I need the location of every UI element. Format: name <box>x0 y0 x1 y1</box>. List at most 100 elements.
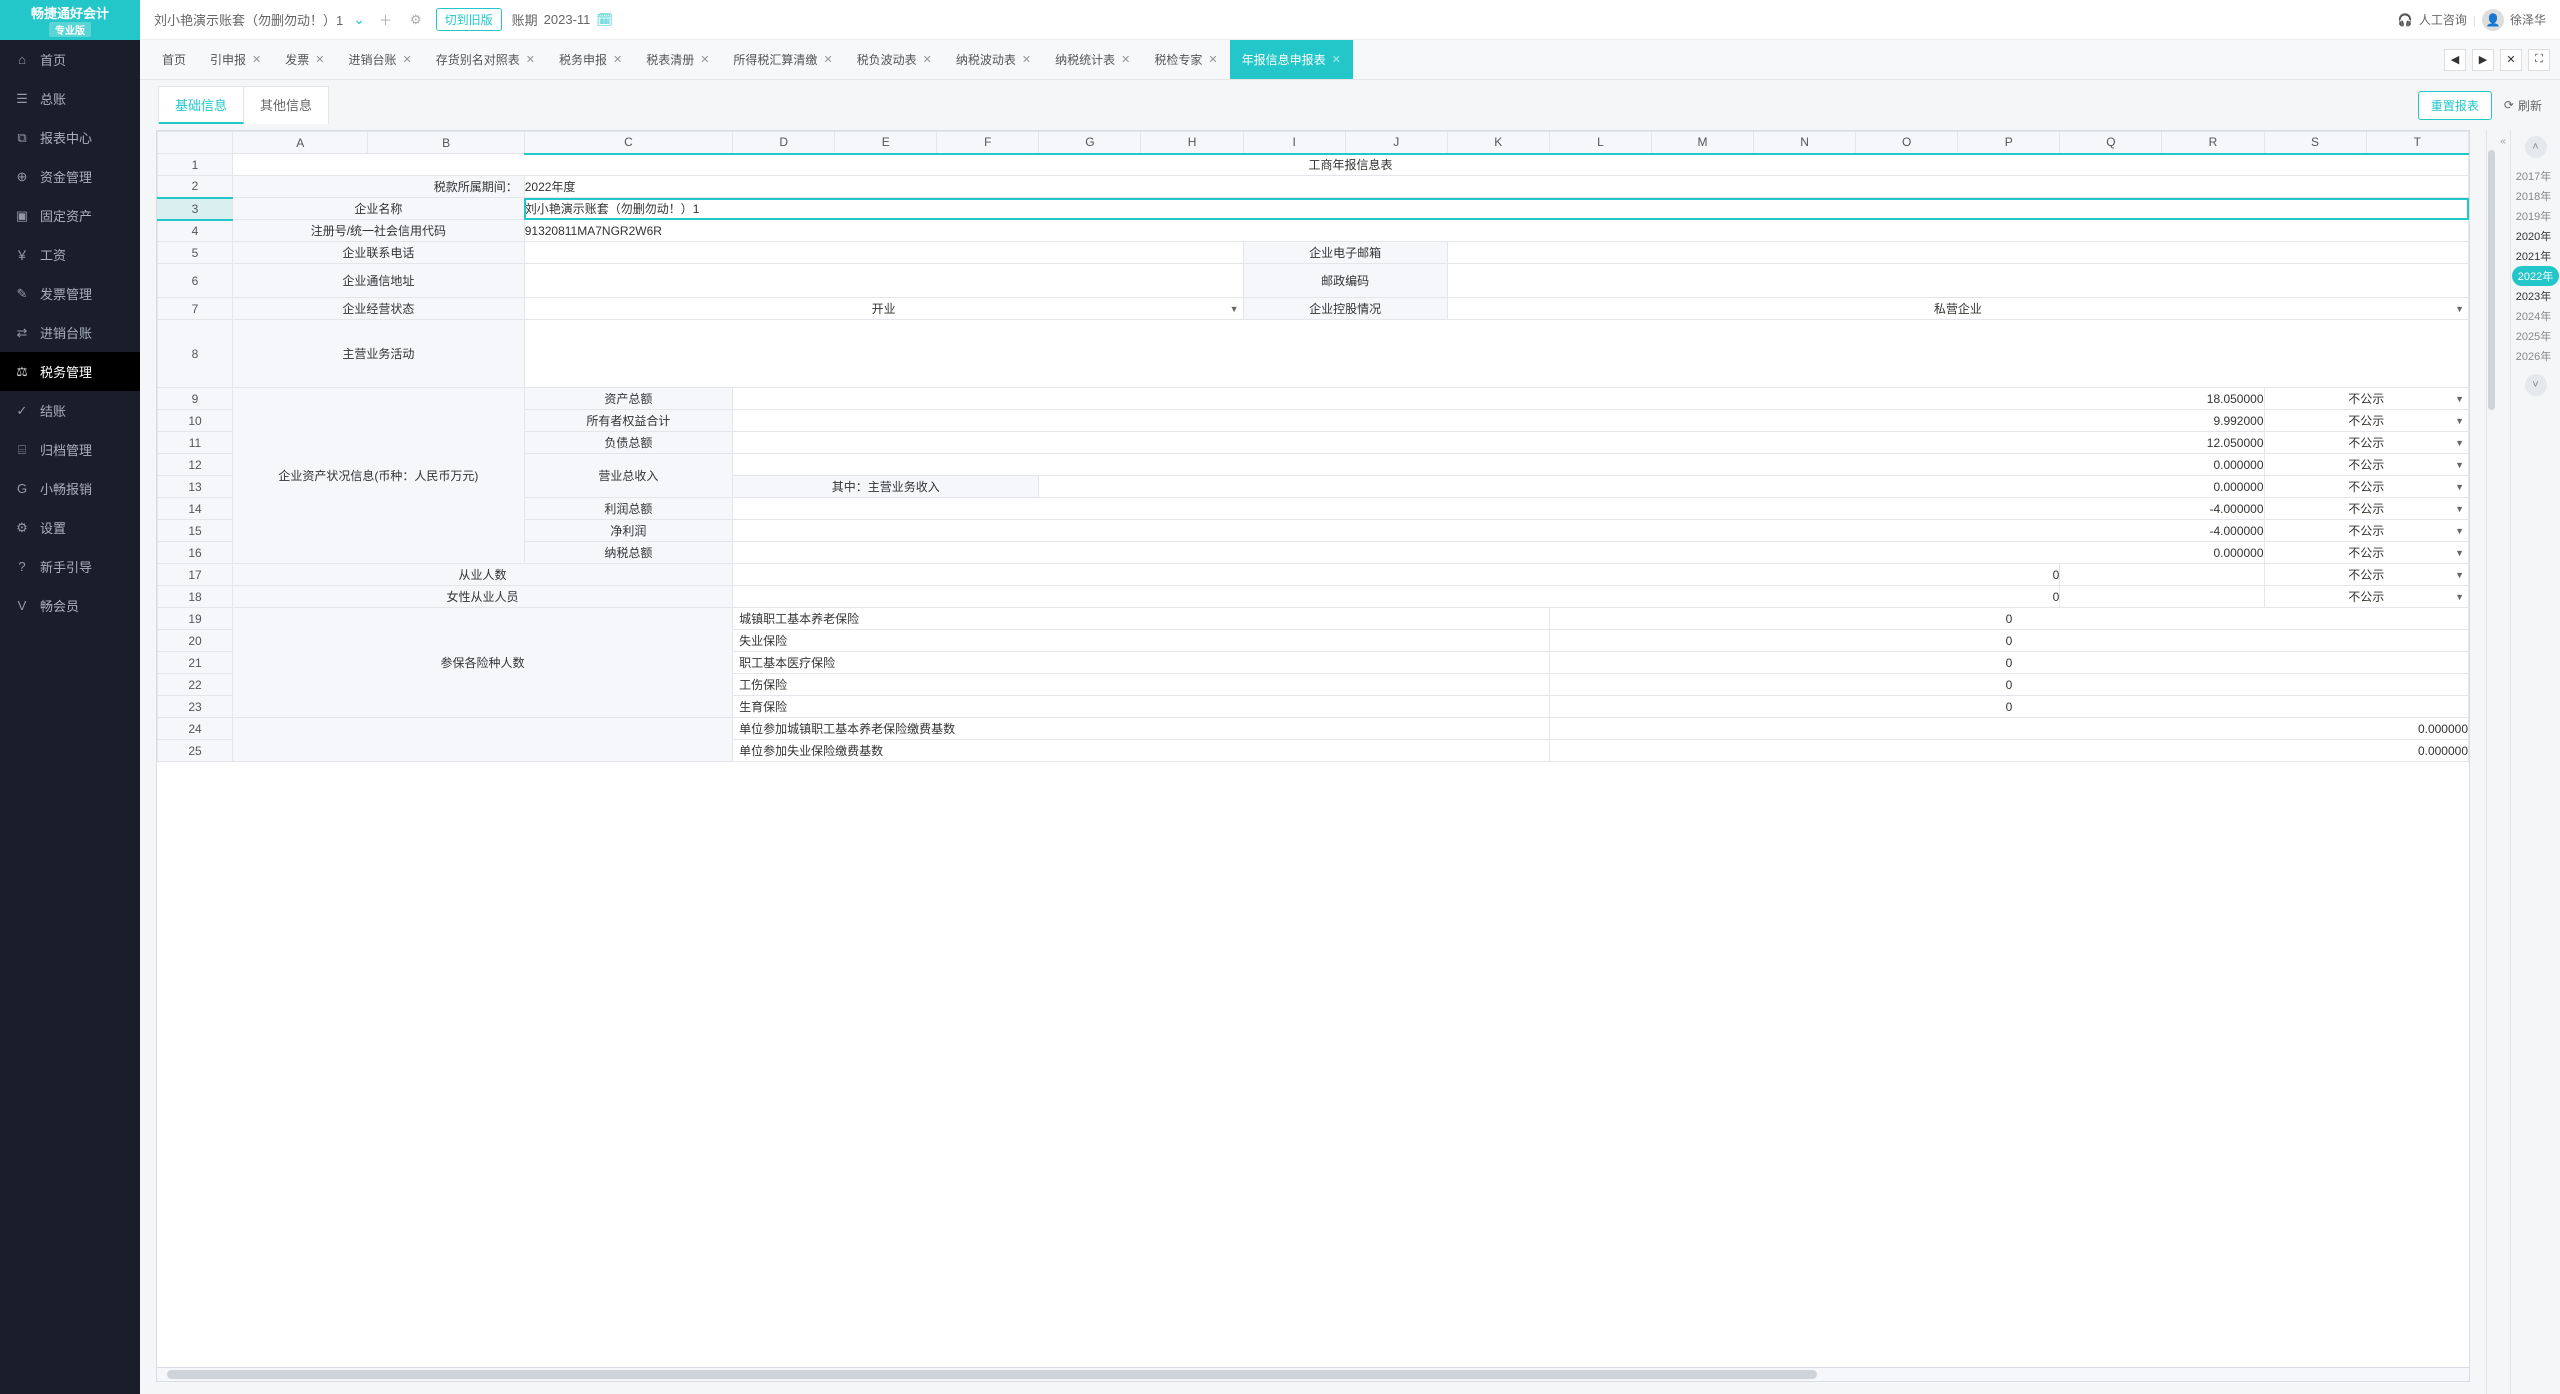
fin-disc-4[interactable]: 不公示▼ <box>2264 498 2468 520</box>
close-icon[interactable]: ✕ <box>252 53 261 66</box>
row-17[interactable]: 17 <box>158 564 233 586</box>
tab-6[interactable]: 税表清册✕ <box>634 40 721 79</box>
col-J[interactable]: J <box>1345 132 1447 154</box>
employee-disc[interactable]: 不公示▼ <box>2264 564 2468 586</box>
sidebar-item-report[interactable]: ⧉报表中心 <box>0 118 140 157</box>
spreadsheet[interactable]: ABCDEFGHIJKLMNOPQRST1工商年报信息表2税款所属期间：2022… <box>156 130 2470 1368</box>
row-25[interactable]: 25 <box>158 740 233 762</box>
row-22[interactable]: 22 <box>158 674 233 696</box>
row-10[interactable]: 10 <box>158 410 233 432</box>
insurance-value-4[interactable]: 0 <box>1549 696 2468 718</box>
period-value[interactable]: 2023-11 <box>544 12 591 27</box>
sidebar-item-invoice[interactable]: ✎发票管理 <box>0 274 140 313</box>
sidebar-item-tax[interactable]: ⚖税务管理 <box>0 352 140 391</box>
user-name[interactable]: 徐泽华 <box>2510 11 2546 28</box>
fin-value-3[interactable]: 0.000000 <box>733 454 2264 476</box>
holding-select[interactable]: 私营企业▼ <box>1447 298 2468 320</box>
phone-value[interactable] <box>524 242 1243 264</box>
tab-4[interactable]: 存货别名对照表✕ <box>424 40 547 79</box>
fin-disc-1[interactable]: 不公示▼ <box>2264 410 2468 432</box>
col-O[interactable]: O <box>1856 132 1958 154</box>
vscroll-thumb[interactable] <box>2488 150 2495 410</box>
row-6[interactable]: 6 <box>158 264 233 298</box>
col-E[interactable]: E <box>835 132 937 154</box>
row-15[interactable]: 15 <box>158 520 233 542</box>
tab-9[interactable]: 纳税波动表✕ <box>944 40 1043 79</box>
row-18[interactable]: 18 <box>158 586 233 608</box>
year-2018年[interactable]: 2018年 <box>2512 186 2559 206</box>
year-2021年[interactable]: 2021年 <box>2512 246 2559 266</box>
row-19[interactable]: 19 <box>158 608 233 630</box>
year-up-icon[interactable]: ˄ <box>2525 136 2547 158</box>
year-2019年[interactable]: 2019年 <box>2512 206 2559 226</box>
col-D[interactable]: D <box>733 132 835 154</box>
fin-sub-disc[interactable]: 不公示▼ <box>2264 476 2468 498</box>
close-icon[interactable]: ✕ <box>403 53 412 66</box>
tab-scroll-left[interactable]: ◀ <box>2444 49 2466 71</box>
tab-7[interactable]: 所得税汇算清缴✕ <box>721 40 844 79</box>
row-3[interactable]: 3 <box>158 198 233 220</box>
collapse-year-panel-icon[interactable]: « <box>2496 130 2510 1394</box>
consult-link[interactable]: 人工咨询 <box>2419 11 2467 28</box>
col-N[interactable]: N <box>1754 132 1856 154</box>
insurance-value-2[interactable]: 0 <box>1549 652 2468 674</box>
reset-report-button[interactable]: 重置报表 <box>2418 91 2492 120</box>
col-A[interactable]: A <box>233 132 368 154</box>
sidebar-item-archive[interactable]: ⌸归档管理 <box>0 430 140 469</box>
tax-period-value[interactable]: 2022年度 <box>524 176 2468 198</box>
col-R[interactable]: R <box>2162 132 2264 154</box>
sidebar-item-settings[interactable]: ⚙设置 <box>0 508 140 547</box>
subtab-1[interactable]: 其他信息 <box>244 87 328 124</box>
fin-disc-6[interactable]: 不公示▼ <box>2264 542 2468 564</box>
sidebar-item-guide[interactable]: ?新手引导 <box>0 547 140 586</box>
close-icon[interactable]: ✕ <box>1121 53 1130 66</box>
close-icon[interactable]: ✕ <box>700 53 709 66</box>
row-16[interactable]: 16 <box>158 542 233 564</box>
avatar[interactable]: 👤 <box>2482 9 2504 31</box>
tab-5[interactable]: 税务申报✕ <box>547 40 634 79</box>
company-name-cell[interactable]: 刘小艳演示账套（勿删勿动！）1 <box>524 198 2468 220</box>
sidebar-item-close[interactable]: ✓结账 <box>0 391 140 430</box>
sidebar-item-home[interactable]: ⌂首页 <box>0 40 140 79</box>
col-C[interactable]: C <box>524 132 732 154</box>
tab-12[interactable]: 年报信息申报表✕ <box>1230 40 1353 79</box>
row-5[interactable]: 5 <box>158 242 233 264</box>
fin-disc-2[interactable]: 不公示▼ <box>2264 432 2468 454</box>
row-11[interactable]: 11 <box>158 432 233 454</box>
insurance-value-0[interactable]: 0 <box>1549 608 2468 630</box>
hscrollbar[interactable] <box>156 1368 2470 1382</box>
regno-value[interactable]: 91320811MA7NGR2W6R <box>524 220 2468 242</box>
tab-2[interactable]: 发票✕ <box>273 40 336 79</box>
insurance-value-1[interactable]: 0 <box>1549 630 2468 652</box>
row-24[interactable]: 24 <box>158 718 233 740</box>
row-12[interactable]: 12 <box>158 454 233 476</box>
col-T[interactable]: T <box>2366 132 2468 154</box>
female-disc[interactable]: 不公示▼ <box>2264 586 2468 608</box>
female-value[interactable]: 0 <box>733 586 2060 608</box>
row-20[interactable]: 20 <box>158 630 233 652</box>
close-icon[interactable]: ✕ <box>315 53 324 66</box>
calendar-icon[interactable]: 🗓 <box>596 12 613 28</box>
sidebar-item-fund[interactable]: ⊕资金管理 <box>0 157 140 196</box>
col-G[interactable]: G <box>1039 132 1141 154</box>
close-icon[interactable]: ✕ <box>823 53 832 66</box>
sidebar-item-xiaochang[interactable]: G小畅报销 <box>0 469 140 508</box>
year-2025年[interactable]: 2025年 <box>2512 326 2559 346</box>
row-23[interactable]: 23 <box>158 696 233 718</box>
subtab-0[interactable]: 基础信息 <box>159 87 244 124</box>
sidebar-item-vip[interactable]: V畅会员 <box>0 586 140 625</box>
base-value-0[interactable]: 0.000000 <box>1549 718 2468 740</box>
tab-10[interactable]: 纳税统计表✕ <box>1043 40 1142 79</box>
row-7[interactable]: 7 <box>158 298 233 320</box>
year-2017年[interactable]: 2017年 <box>2512 166 2559 186</box>
fin-value-2[interactable]: 12.050000 <box>733 432 2264 454</box>
tab-0[interactable]: 首页 <box>150 40 198 79</box>
fin-sub-value[interactable]: 0.000000 <box>1039 476 2264 498</box>
insurance-value-3[interactable]: 0 <box>1549 674 2468 696</box>
hscroll-thumb[interactable] <box>167 1370 1817 1379</box>
year-2026年[interactable]: 2026年 <box>2512 346 2559 366</box>
tab-close-all[interactable]: ✕ <box>2500 49 2522 71</box>
employee-value[interactable]: 0 <box>733 564 2060 586</box>
close-icon[interactable]: ✕ <box>1022 53 1031 66</box>
postal-value[interactable] <box>1447 264 2468 298</box>
